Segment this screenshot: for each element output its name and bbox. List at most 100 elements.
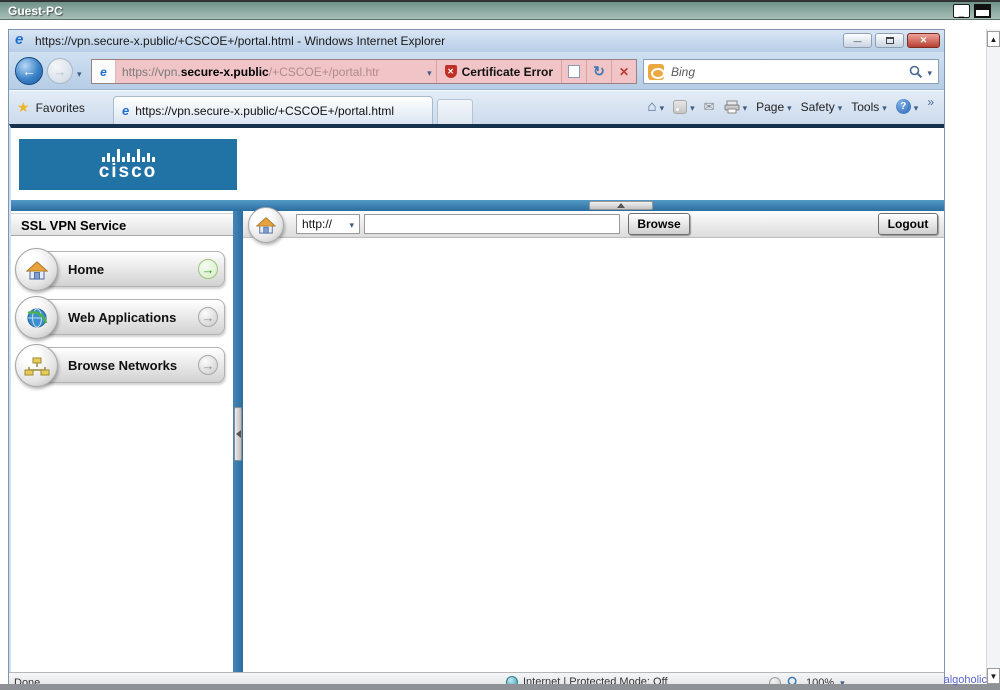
minimize-button[interactable] <box>843 33 872 48</box>
close-icon <box>920 35 928 46</box>
navigation-bar: e https://vpn.secure-x.public/+CSCOE+/po… <box>9 52 944 90</box>
command-overflow-button[interactable] <box>927 95 934 109</box>
portal-divider-bar <box>11 200 944 211</box>
protocol-select[interactable]: http:// <box>296 214 360 234</box>
stop-icon <box>619 63 629 81</box>
safety-menu[interactable]: Safety <box>801 100 843 114</box>
browse-button[interactable]: Browse <box>628 213 690 235</box>
home-icon <box>648 98 657 115</box>
compatibility-view-button[interactable] <box>561 60 586 83</box>
compatibility-view-icon <box>568 65 580 78</box>
cisco-logo: cisco <box>19 139 237 190</box>
favorites-bar: Favorites e https://vpn.secure-x.public/… <box>9 90 944 124</box>
page-favicon[interactable]: e <box>92 60 116 83</box>
sidebar-items: Home Web Applications <box>11 236 233 383</box>
cisco-logo-icon <box>102 147 155 162</box>
feeds-button[interactable] <box>673 100 695 114</box>
ie-window-title: https://vpn.secure-x.public/+CSCOE+/port… <box>35 34 445 48</box>
mail-icon <box>704 99 715 115</box>
vm-window-title: Guest-PC <box>8 4 63 18</box>
ie-window-controls <box>843 33 940 48</box>
sidebar-title: SSL VPN Service <box>11 213 233 236</box>
ie-logo-icon: e <box>15 33 23 47</box>
cisco-brand-name: cisco <box>99 162 158 182</box>
chevron-left-icon <box>236 430 241 438</box>
search-icon[interactable] <box>909 65 923 79</box>
arrow-right-icon[interactable] <box>198 307 218 327</box>
favorites-button[interactable]: Favorites <box>17 99 85 116</box>
print-dropdown-icon <box>743 100 748 114</box>
page-viewport: cisco SSL VPN Service Home <box>9 124 944 672</box>
url-scheme: https://vpn. <box>122 65 181 79</box>
portal-address-input[interactable] <box>364 214 620 234</box>
printer-icon <box>724 100 740 114</box>
maximize-button[interactable] <box>875 33 904 48</box>
print-button[interactable] <box>724 100 748 114</box>
refresh-icon <box>593 63 605 81</box>
scroll-down-button[interactable]: ▼ <box>987 668 1000 684</box>
portal-sidebar: SSL VPN Service Home <box>11 211 233 672</box>
feeds-icon <box>673 100 687 114</box>
vm-minimize-button[interactable] <box>953 4 970 18</box>
help-dropdown-icon <box>914 100 919 114</box>
stop-button[interactable] <box>611 60 636 83</box>
bottom-edge-strip <box>0 684 1000 690</box>
scroll-up-button[interactable]: ▲ <box>987 31 1000 47</box>
back-button[interactable] <box>15 57 43 85</box>
toolbar-collapse-handle[interactable] <box>589 201 653 210</box>
web-applications-icon <box>15 296 58 339</box>
portal-home-icon[interactable] <box>248 207 284 243</box>
vm-maximize-button[interactable] <box>974 4 991 18</box>
vm-scrollbar[interactable]: ▲ ▼ <box>986 29 1000 690</box>
sidebar-item-label: Browse Networks <box>68 358 177 373</box>
search-placeholder[interactable]: Bing <box>671 65 909 79</box>
help-button[interactable] <box>896 99 919 114</box>
certificate-error-button[interactable]: Certificate Error <box>437 65 561 79</box>
address-dropdown-icon[interactable] <box>427 63 432 81</box>
home-button[interactable] <box>648 98 665 115</box>
home-page-icon <box>15 248 58 291</box>
safety-menu-label: Safety <box>801 100 835 114</box>
vm-titlebar: Guest-PC <box>0 1 1000 20</box>
sidebar-item-web-applications[interactable]: Web Applications <box>29 299 225 335</box>
watermark: algoholic <box>944 674 987 686</box>
logout-button[interactable]: Logout <box>878 213 938 235</box>
sidebar-item-browse-networks[interactable]: Browse Networks <box>29 347 225 383</box>
page-menu-label: Page <box>756 100 784 114</box>
arrow-right-icon[interactable] <box>198 355 218 375</box>
url-domain: secure-x.public <box>181 65 269 79</box>
sidebar-item-home[interactable]: Home <box>29 251 225 287</box>
address-url[interactable]: https://vpn.secure-x.public/+CSCOE+/port… <box>122 65 379 79</box>
new-tab-button[interactable] <box>437 99 473 125</box>
screen: Guest-PC e https://vpn.secure-x.public/+… <box>0 0 1000 690</box>
read-mail-button[interactable] <box>704 99 715 115</box>
address-bar[interactable]: e https://vpn.secure-x.public/+CSCOE+/po… <box>91 59 637 84</box>
minimize-icon <box>854 36 862 46</box>
forward-button[interactable] <box>47 58 73 84</box>
refresh-button[interactable] <box>586 60 611 83</box>
sidebar-item-label: Web Applications <box>68 310 176 325</box>
browse-networks-icon <box>15 344 58 387</box>
page-dropdown-icon <box>787 100 792 114</box>
maximize-icon <box>886 37 894 44</box>
ie-page-icon: e <box>100 65 107 79</box>
sidebar-item-label: Home <box>68 262 104 277</box>
protocol-value: http:// <box>302 217 332 231</box>
help-icon <box>896 99 911 114</box>
search-dropdown-icon[interactable] <box>927 63 932 81</box>
close-button[interactable] <box>907 33 940 48</box>
bing-icon <box>648 64 664 80</box>
home-dropdown-icon <box>660 100 665 114</box>
certificate-error-icon <box>445 65 457 78</box>
url-path: /+CSCOE+/portal.htr <box>269 65 380 79</box>
search-box[interactable]: Bing <box>643 59 939 84</box>
sidebar-collapse-handle[interactable] <box>234 407 242 461</box>
recent-pages-dropdown-icon[interactable] <box>77 64 82 82</box>
portal-content: SSL VPN Service Home <box>11 211 944 672</box>
active-tab[interactable]: e https://vpn.secure-x.public/+CSCOE+/po… <box>113 96 433 125</box>
tools-menu[interactable]: Tools <box>851 100 887 114</box>
chevron-up-icon <box>617 203 625 208</box>
page-menu[interactable]: Page <box>756 100 792 114</box>
portal-banner: cisco <box>11 128 944 200</box>
arrow-right-icon[interactable] <box>198 259 218 279</box>
